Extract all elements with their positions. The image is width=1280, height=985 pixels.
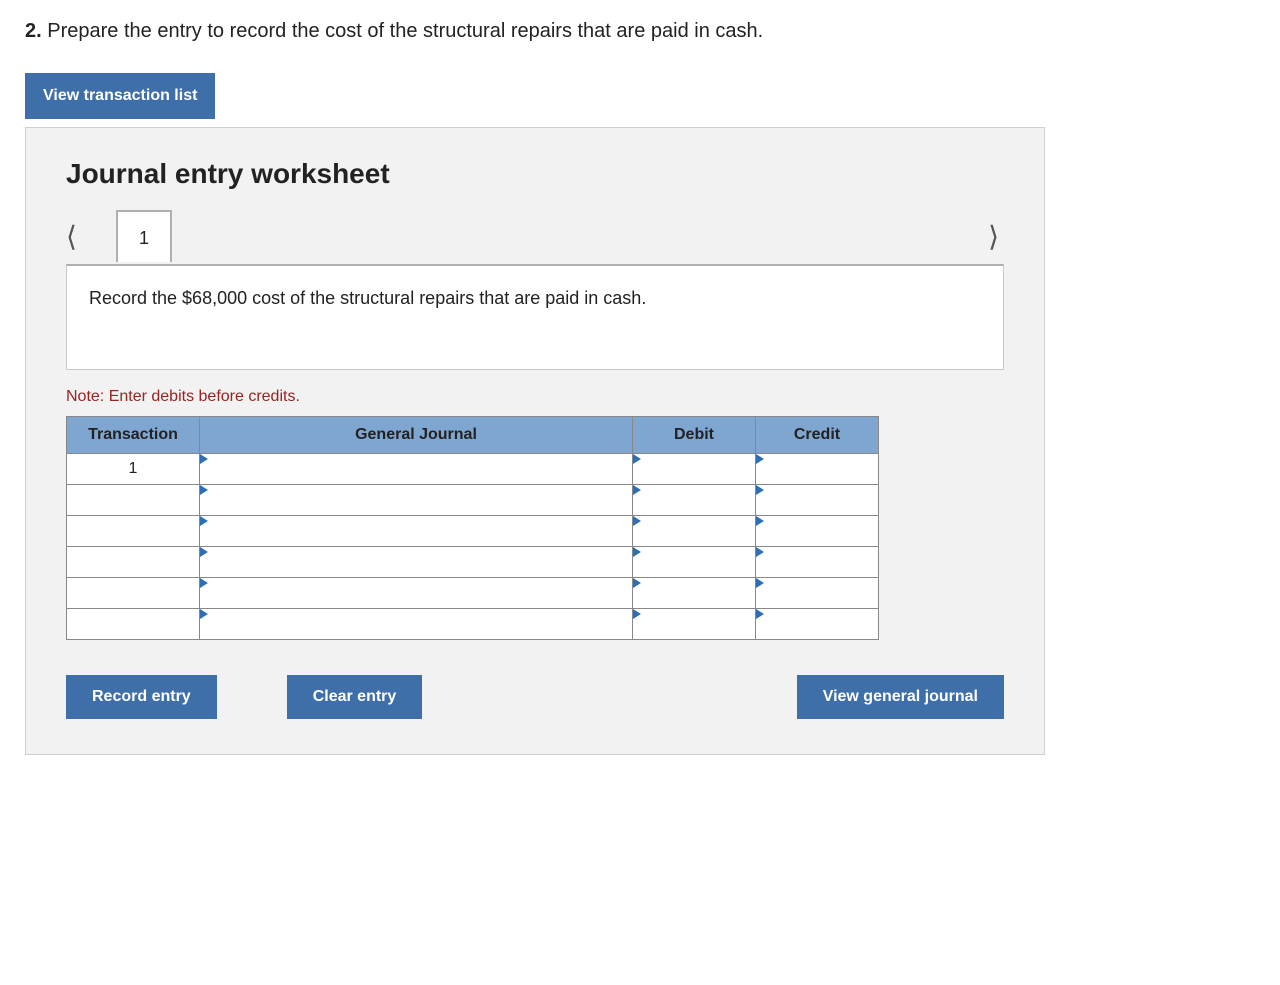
problem-text: Prepare the entry to record the cost of … <box>47 20 763 42</box>
cell-transaction[interactable] <box>67 609 200 640</box>
cell-credit[interactable] <box>756 609 879 640</box>
cell-general-journal[interactable] <box>200 516 633 547</box>
cell-transaction[interactable]: 1 <box>67 454 200 485</box>
col-header-debit: Debit <box>633 417 756 454</box>
chevron-right-icon[interactable]: ⟩ <box>988 220 999 253</box>
cell-general-journal[interactable] <box>200 547 633 578</box>
view-general-journal-button[interactable]: View general journal <box>797 675 1004 719</box>
cell-debit[interactable] <box>633 547 756 578</box>
entry-tab-1[interactable]: 1 <box>116 210 172 262</box>
journal-entry-worksheet-panel: Journal entry worksheet ⟨ 1 ⟩ Record the… <box>25 127 1045 755</box>
debits-before-credits-note: Note: Enter debits before credits. <box>66 388 1004 406</box>
journal-entry-table: Transaction General Journal Debit Credit… <box>66 416 879 640</box>
clear-entry-button[interactable]: Clear entry <box>287 675 423 719</box>
table-row: 1 <box>67 454 879 485</box>
col-header-transaction: Transaction <box>67 417 200 454</box>
record-entry-button[interactable]: Record entry <box>66 675 217 719</box>
col-header-general-journal: General Journal <box>200 417 633 454</box>
cell-debit[interactable] <box>633 609 756 640</box>
cell-general-journal[interactable] <box>200 485 633 516</box>
table-row <box>67 578 879 609</box>
cell-credit[interactable] <box>756 578 879 609</box>
cell-credit[interactable] <box>756 516 879 547</box>
cell-general-journal[interactable] <box>200 454 633 485</box>
cell-transaction[interactable] <box>67 547 200 578</box>
col-header-credit: Credit <box>756 417 879 454</box>
entry-tab-row: ⟨ 1 ⟩ <box>66 210 1004 266</box>
entry-instruction: Record the $68,000 cost of the structura… <box>66 264 1004 370</box>
cell-debit[interactable] <box>633 485 756 516</box>
table-row <box>67 547 879 578</box>
action-button-row: Record entry Clear entry View general jo… <box>66 675 1004 719</box>
table-row <box>67 609 879 640</box>
worksheet-title: Journal entry worksheet <box>66 158 1004 190</box>
cell-debit[interactable] <box>633 454 756 485</box>
cell-transaction[interactable] <box>67 485 200 516</box>
cell-transaction[interactable] <box>67 516 200 547</box>
cell-debit[interactable] <box>633 578 756 609</box>
table-row <box>67 485 879 516</box>
cell-transaction[interactable] <box>67 578 200 609</box>
cell-debit[interactable] <box>633 516 756 547</box>
cell-general-journal[interactable] <box>200 578 633 609</box>
cell-credit[interactable] <box>756 485 879 516</box>
view-transaction-list-button[interactable]: View transaction list <box>25 73 215 119</box>
cell-credit[interactable] <box>756 547 879 578</box>
cell-credit[interactable] <box>756 454 879 485</box>
chevron-left-icon[interactable]: ⟨ <box>66 220 77 253</box>
cell-general-journal[interactable] <box>200 609 633 640</box>
problem-number: 2. <box>25 20 42 42</box>
table-row <box>67 516 879 547</box>
problem-statement: 2. Prepare the entry to record the cost … <box>25 20 1255 43</box>
